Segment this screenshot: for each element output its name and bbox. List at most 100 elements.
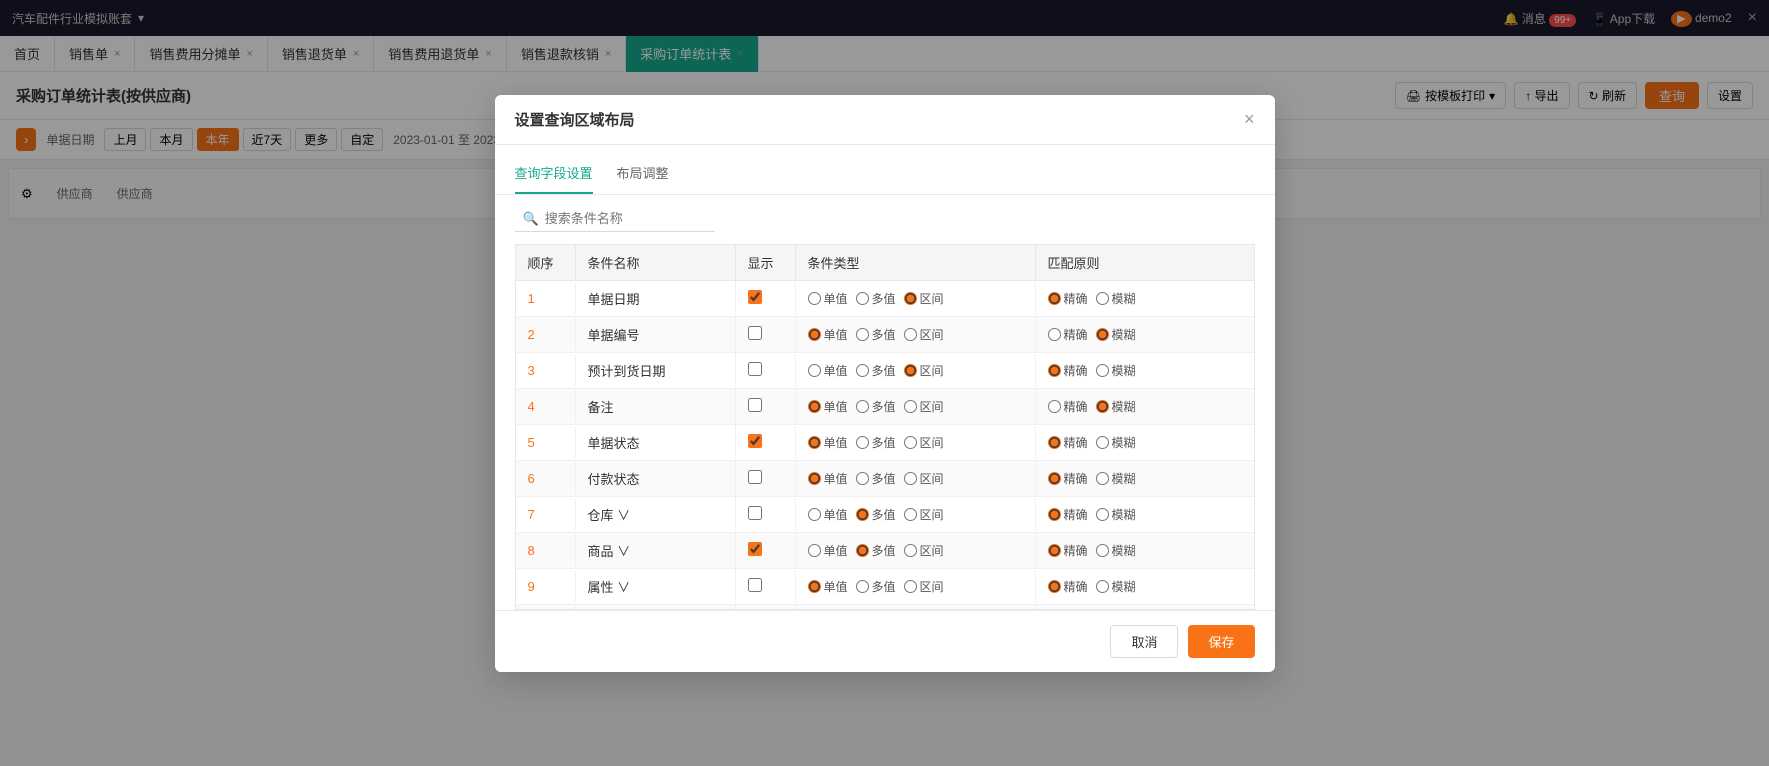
radio-range-8[interactable]: 区间 bbox=[904, 542, 944, 559]
modal-table-body: 1 单据日期 单值 多值 区间 精确 模糊 bbox=[515, 280, 1255, 610]
cell-name-1: 单据日期 bbox=[576, 281, 736, 316]
cell-type-4: 单值 多值 区间 bbox=[796, 390, 1036, 423]
radio-exact-8[interactable]: 精确 bbox=[1048, 542, 1088, 559]
radio-multi-2[interactable]: 多值 bbox=[856, 326, 896, 343]
cell-display-5 bbox=[736, 426, 796, 459]
radio-fuzzy-1[interactable]: 模糊 bbox=[1096, 290, 1136, 307]
radio-multi-4[interactable]: 多值 bbox=[856, 398, 896, 415]
cell-match-2: 精确 模糊 bbox=[1036, 318, 1236, 351]
cell-type-5: 单值 多值 区间 bbox=[796, 426, 1036, 459]
radio-fuzzy-3[interactable]: 模糊 bbox=[1096, 362, 1136, 379]
cell-type-8: 单值 多值 区间 bbox=[796, 534, 1036, 567]
checkbox-2[interactable] bbox=[748, 326, 762, 340]
cell-match-6: 精确 模糊 bbox=[1036, 462, 1236, 495]
cell-name-3: 预计到货日期 bbox=[576, 353, 736, 388]
radio-fuzzy-6[interactable]: 模糊 bbox=[1096, 470, 1136, 487]
radio-range-5[interactable]: 区间 bbox=[904, 434, 944, 451]
cell-type-6: 单值 多值 区间 bbox=[796, 462, 1036, 495]
checkbox-5[interactable] bbox=[748, 434, 762, 448]
radio-single-5[interactable]: 单值 bbox=[808, 434, 848, 451]
radio-range-3[interactable]: 区间 bbox=[904, 362, 944, 379]
radio-single-3[interactable]: 单值 bbox=[808, 362, 848, 379]
search-box: 🔍 bbox=[495, 195, 1275, 244]
radio-fuzzy-5[interactable]: 模糊 bbox=[1096, 434, 1136, 451]
radio-multi-8[interactable]: 多值 bbox=[856, 542, 896, 559]
th-order: 顺序 bbox=[516, 245, 576, 280]
radio-multi-6[interactable]: 多值 bbox=[856, 470, 896, 487]
modal-tab-layout-label: 布局调整 bbox=[617, 166, 669, 181]
radio-single-2[interactable]: 单值 bbox=[808, 326, 848, 343]
checkbox-7[interactable] bbox=[748, 506, 762, 520]
cell-display-2 bbox=[736, 318, 796, 351]
cell-display-6 bbox=[736, 462, 796, 495]
table-row: 5 单据状态 单值 多值 区间 精确 模糊 bbox=[516, 425, 1254, 461]
radio-range-9[interactable]: 区间 bbox=[904, 578, 944, 595]
checkbox-9[interactable] bbox=[748, 578, 762, 592]
radio-single-7[interactable]: 单值 bbox=[808, 506, 848, 523]
radio-single-8[interactable]: 单值 bbox=[808, 542, 848, 559]
modal-tabs: 查询字段设置 布局调整 bbox=[495, 145, 1275, 195]
cell-type-3: 单值 多值 区间 bbox=[796, 354, 1036, 387]
cell-type-2: 单值 多值 区间 bbox=[796, 318, 1036, 351]
cell-name-4: 备注 bbox=[576, 389, 736, 424]
settings-modal: 设置查询区域布局 × 查询字段设置 布局调整 🔍 顺序 条件名称 显示 bbox=[495, 95, 1275, 672]
cancel-button[interactable]: 取消 bbox=[1110, 625, 1178, 658]
radio-range-1[interactable]: 区间 bbox=[904, 290, 944, 307]
radio-range-2[interactable]: 区间 bbox=[904, 326, 944, 343]
radio-fuzzy-8[interactable]: 模糊 bbox=[1096, 542, 1136, 559]
radio-exact-4[interactable]: 精确 bbox=[1048, 398, 1088, 415]
modal-overlay: 设置查询区域布局 × 查询字段设置 布局调整 🔍 顺序 条件名称 显示 bbox=[0, 0, 1769, 766]
cell-order-5: 5 bbox=[516, 427, 576, 458]
checkbox-8[interactable] bbox=[748, 542, 762, 556]
radio-single-9[interactable]: 单值 bbox=[808, 578, 848, 595]
modal-tab-layout[interactable]: 布局调整 bbox=[617, 157, 669, 194]
radio-fuzzy-2[interactable]: 模糊 bbox=[1096, 326, 1136, 343]
table-row: 1 单据日期 单值 多值 区间 精确 模糊 bbox=[516, 281, 1254, 317]
radio-multi-5[interactable]: 多值 bbox=[856, 434, 896, 451]
cell-order-6: 6 bbox=[516, 463, 576, 494]
radio-range-6[interactable]: 区间 bbox=[904, 470, 944, 487]
radio-fuzzy-7[interactable]: 模糊 bbox=[1096, 506, 1136, 523]
checkbox-4[interactable] bbox=[748, 398, 762, 412]
radio-multi-1[interactable]: 多值 bbox=[856, 290, 896, 307]
radio-multi-3[interactable]: 多值 bbox=[856, 362, 896, 379]
checkbox-3[interactable] bbox=[748, 362, 762, 376]
radio-range-7[interactable]: 区间 bbox=[904, 506, 944, 523]
save-button[interactable]: 保存 bbox=[1188, 625, 1254, 658]
radio-range-4[interactable]: 区间 bbox=[904, 398, 944, 415]
radio-multi-9[interactable]: 多值 bbox=[856, 578, 896, 595]
radio-single-6[interactable]: 单值 bbox=[808, 470, 848, 487]
radio-exact-5[interactable]: 精确 bbox=[1048, 434, 1088, 451]
cell-order-7: 7 bbox=[516, 499, 576, 530]
radio-exact-9[interactable]: 精确 bbox=[1048, 578, 1088, 595]
table-row: 2 单据编号 单值 多值 区间 精确 模糊 bbox=[516, 317, 1254, 353]
radio-exact-7[interactable]: 精确 bbox=[1048, 506, 1088, 523]
cell-match-5: 精确 模糊 bbox=[1036, 426, 1236, 459]
cell-match-7: 精确 模糊 bbox=[1036, 498, 1236, 531]
radio-exact-3[interactable]: 精确 bbox=[1048, 362, 1088, 379]
cell-name-5: 单据状态 bbox=[576, 425, 736, 460]
radio-fuzzy-9[interactable]: 模糊 bbox=[1096, 578, 1136, 595]
radio-single-1[interactable]: 单值 bbox=[808, 290, 848, 307]
checkbox-6[interactable] bbox=[748, 470, 762, 484]
th-type: 条件类型 bbox=[796, 245, 1036, 280]
cell-type-1: 单值 多值 区间 bbox=[796, 282, 1036, 315]
radio-fuzzy-4[interactable]: 模糊 bbox=[1096, 398, 1136, 415]
radio-multi-7[interactable]: 多值 bbox=[856, 506, 896, 523]
cell-display-7 bbox=[736, 498, 796, 531]
radio-exact-1[interactable]: 精确 bbox=[1048, 290, 1088, 307]
cell-type-7: 单值 多值 区间 bbox=[796, 498, 1036, 531]
th-name: 条件名称 bbox=[576, 245, 736, 280]
cell-order-2: 2 bbox=[516, 319, 576, 350]
radio-single-4[interactable]: 单值 bbox=[808, 398, 848, 415]
checkbox-1[interactable] bbox=[748, 290, 762, 304]
match-radio-group-1: 精确 模糊 bbox=[1048, 290, 1224, 307]
radio-exact-6[interactable]: 精确 bbox=[1048, 470, 1088, 487]
radio-exact-2[interactable]: 精确 bbox=[1048, 326, 1088, 343]
table-row: 9 属性 ∨ 单值 多值 区间 精确 模糊 bbox=[516, 569, 1254, 605]
search-input[interactable] bbox=[545, 211, 705, 226]
modal-close-button[interactable]: × bbox=[1244, 110, 1255, 128]
modal-tab-query[interactable]: 查询字段设置 bbox=[515, 157, 593, 194]
cell-name-7: 仓库 ∨ bbox=[576, 497, 736, 532]
cell-display-1 bbox=[736, 282, 796, 315]
